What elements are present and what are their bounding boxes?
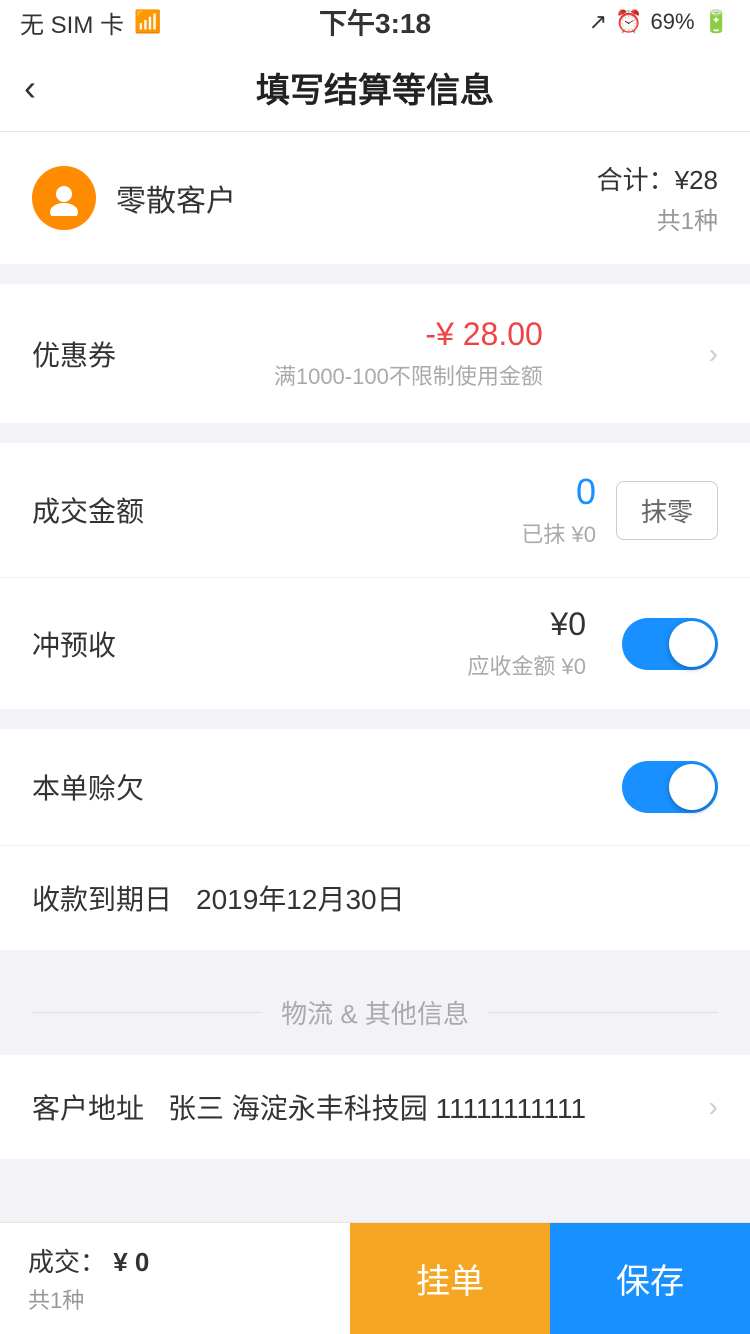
deal-amount-sub: 已抹 ¥0 [521,517,596,549]
customer-left: 零散客户 [32,166,236,230]
due-date-label: 收款到期日 [32,878,172,918]
save-button[interactable]: 保存 [550,1223,750,1334]
address-label: 客户地址 [32,1087,144,1127]
sim-label: 无 SIM 卡 [20,5,124,40]
precollect-value: ¥0 [550,606,586,643]
page-title: 填写结算等信息 [256,63,494,112]
debt-toggle[interactable] [622,761,718,813]
bottom-summary-top: 成交： ¥ 0 [28,1242,322,1279]
round-zero-button[interactable]: 抹零 [616,481,718,540]
bottom-summary-amount: ¥ 0 [113,1247,149,1277]
alarm-icon: ⏰ [615,9,642,35]
precollect-row: 冲预收 ¥0 应收金额 ¥0 [0,577,750,709]
coupon-right: -¥ 28.00 满1000-100不限制使用金额 [274,316,543,391]
customer-row: 零散客户 合计：¥28 共1种 [0,132,750,264]
status-bar: 无 SIM 卡 📶 下午3:18 ↗ ⏰ 69% 🔋 [0,0,750,44]
precollect-right-wrap: ¥0 应收金额 ¥0 [467,606,718,681]
content: 零散客户 合计：¥28 共1种 优惠券 -¥ 28.00 满1000-100不限… [0,132,750,1299]
precollect-label: 冲预收 [32,624,116,664]
status-time: 下午3:18 [319,2,431,42]
address-value: 张三 海淀永丰科技园 11111111111 [168,1087,677,1127]
coupon-row[interactable]: 优惠券 -¥ 28.00 满1000-100不限制使用金额 › [0,284,750,423]
debt-toggle-knob [669,764,715,810]
precollect-sub: 应收金额 ¥0 [467,649,586,681]
debt-row: 本单赊欠 [0,729,750,845]
due-date-row: 收款到期日 2019年12月30日 [0,845,750,950]
bottom-summary-label: 成交： [28,1247,106,1277]
bottom-bar: 成交： ¥ 0 共1种 挂单 保存 [0,1222,750,1334]
bottom-summary: 成交： ¥ 0 共1种 [0,1223,350,1334]
deal-amount-value[interactable]: 0 [576,471,596,513]
deal-amount-input-area: 0 已抹 ¥0 [521,471,596,549]
wifi-icon: 📶 [134,9,161,35]
address-section: 客户地址 张三 海淀永丰科技园 11111111111 › [0,1055,750,1159]
customer-name: 零散客户 [116,176,236,220]
logistics-divider: 物流 & 其他信息 [0,970,750,1055]
location-icon: ↗ [589,9,607,35]
coupon-value: -¥ 28.00 [425,316,542,353]
bottom-summary-count: 共1种 [28,1283,322,1315]
deal-amount-right: 0 已抹 ¥0 抹零 [521,471,718,549]
logistics-label: 物流 & 其他信息 [281,994,469,1031]
precollect-toggle[interactable] [622,618,718,670]
coupon-chevron: › [709,338,718,370]
battery-label: 69% [651,9,695,35]
total-count: 共1种 [597,201,718,236]
status-left: 无 SIM 卡 📶 [20,5,161,40]
debt-section: 本单赊欠 收款到期日 2019年12月30日 [0,729,750,950]
address-row[interactable]: 客户地址 张三 海淀永丰科技园 11111111111 › [0,1055,750,1159]
customer-section: 零散客户 合计：¥28 共1种 [0,132,750,264]
nav-bar: ‹ 填写结算等信息 [0,44,750,132]
coupon-section: 优惠券 -¥ 28.00 满1000-100不限制使用金额 › [0,284,750,423]
hang-button[interactable]: 挂单 [350,1223,550,1334]
precollect-values: ¥0 应收金额 ¥0 [467,606,586,681]
coupon-label: 优惠券 [32,334,116,374]
divider-line-right [489,1012,718,1013]
status-right: ↗ ⏰ 69% 🔋 [589,9,730,35]
battery-icon: 🔋 [703,9,730,35]
divider-line-left [32,1012,261,1013]
coupon-hint: 满1000-100不限制使用金额 [274,359,543,391]
deal-amount-row: 成交金额 0 已抹 ¥0 抹零 [0,443,750,577]
avatar [32,166,96,230]
total-label: 合计：¥28 [597,160,718,197]
back-button[interactable]: ‹ [24,67,36,109]
due-date-value: 2019年12月30日 [196,878,405,918]
address-chevron: › [709,1091,718,1123]
deal-section: 成交金额 0 已抹 ¥0 抹零 冲预收 ¥0 应收金额 ¥0 [0,443,750,709]
deal-amount-label: 成交金额 [32,490,144,530]
debt-label: 本单赊欠 [32,767,144,807]
toggle-knob [669,621,715,667]
customer-right: 合计：¥28 共1种 [597,160,718,236]
